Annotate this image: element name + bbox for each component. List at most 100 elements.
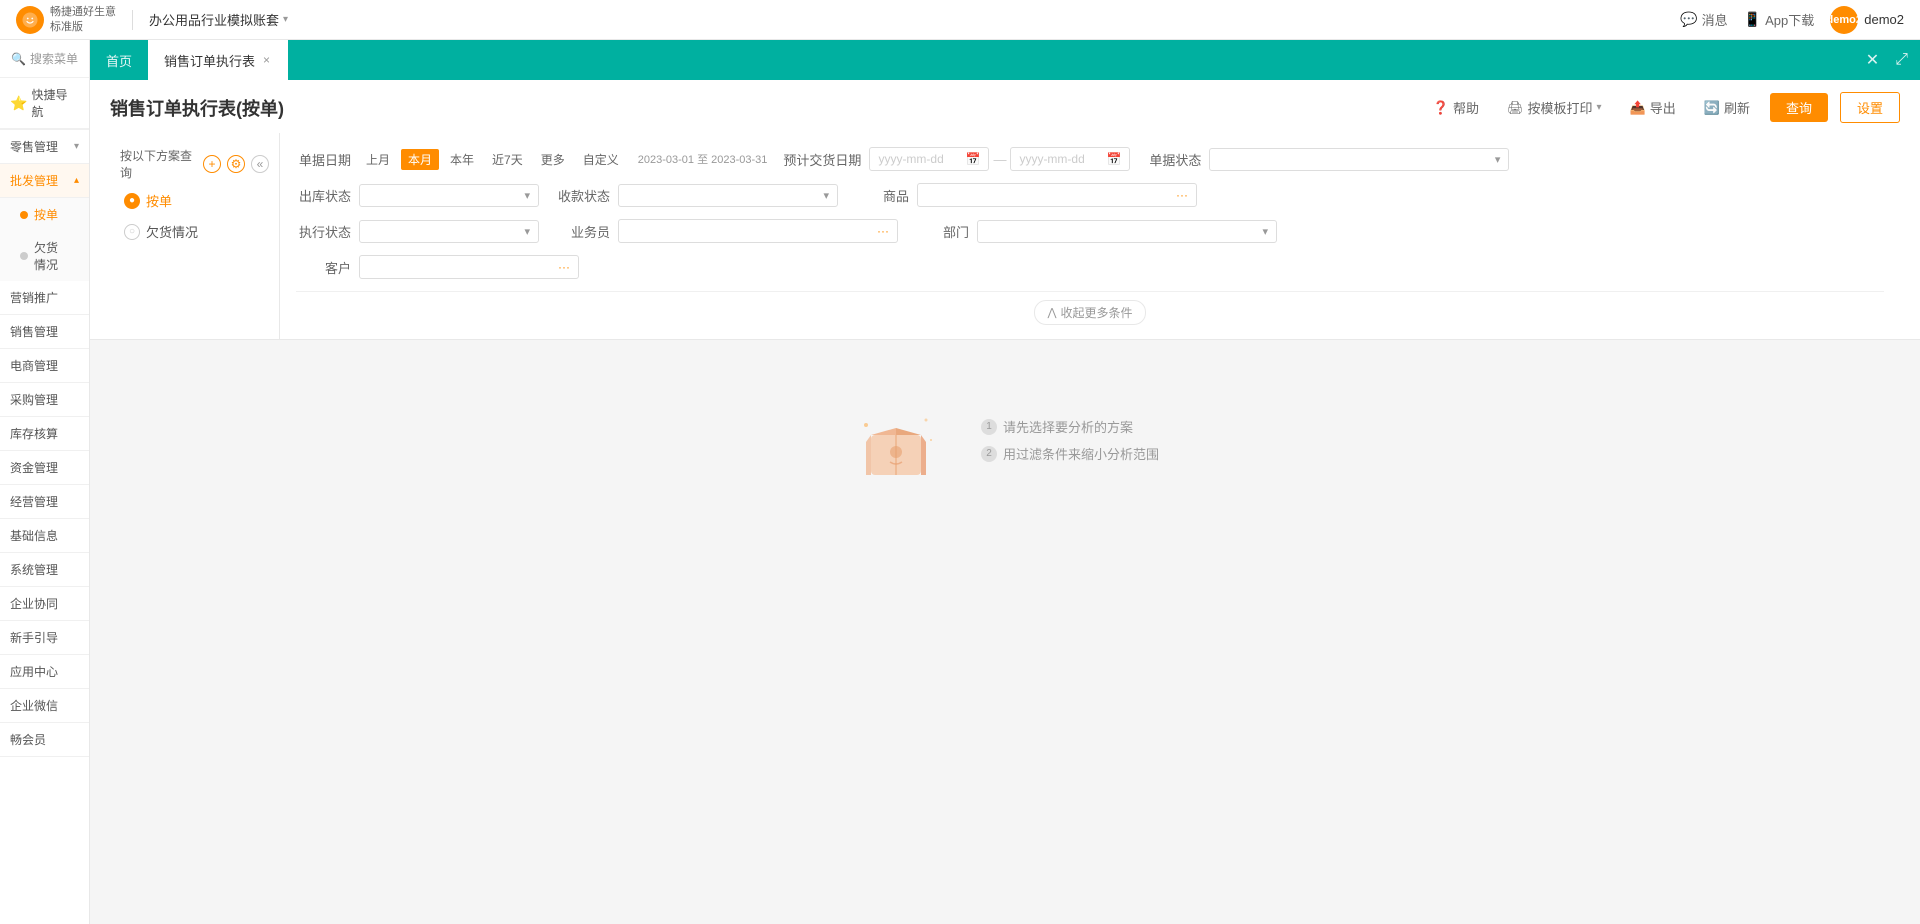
collapse-row: ⋀ 收起更多条件 xyxy=(296,291,1884,329)
customer-label: 客户 xyxy=(296,258,351,277)
sidebar-sub-item-debt[interactable]: 欠货情况 xyxy=(0,231,89,281)
tab-close-button[interactable]: × xyxy=(261,53,272,67)
sidebar-sub-item-order[interactable]: 按单 xyxy=(0,198,89,231)
help-label: 帮助 xyxy=(1453,98,1479,117)
sidebar-item-apps[interactable]: 应用中心 xyxy=(0,655,89,689)
date-tab-last-month[interactable]: 上月 xyxy=(359,149,397,170)
sidebar-item-enterprise[interactable]: 企业协同 xyxy=(0,587,89,621)
scheme-item-order[interactable]: ● 按单 xyxy=(110,185,279,216)
collapse-button[interactable]: ⋀ 收起更多条件 xyxy=(1034,300,1145,325)
empty-hint-2-text: 用过滤条件来缩小分析范围 xyxy=(1003,444,1159,463)
add-scheme-button[interactable]: + xyxy=(203,155,221,173)
tab-sales-order-label: 销售订单执行表 xyxy=(164,51,255,70)
wechat-label: 企业微信 xyxy=(10,697,58,714)
template-print-button[interactable]: 🖨 按模板打印 ▾ xyxy=(1499,94,1610,121)
collection-status-select[interactable]: ▾ xyxy=(618,184,838,207)
expected-date-start-input[interactable]: yyyy-mm-dd 📅 xyxy=(869,147,989,171)
sidebar-item-system[interactable]: 系统管理 xyxy=(0,553,89,587)
goods-group: 商品 ··· xyxy=(854,183,1197,207)
date-tab-last7days[interactable]: 近7天 xyxy=(485,149,530,170)
salesperson-input[interactable]: ··· xyxy=(618,219,898,243)
empty-hint-1: 1 请先选择要分析的方案 xyxy=(981,417,1159,436)
hint-number-2: 2 xyxy=(981,446,997,462)
guide-label: 新手引导 xyxy=(10,629,58,646)
hint-number-1: 1 xyxy=(981,419,997,435)
execution-status-label: 执行状态 xyxy=(296,222,351,241)
scheme-settings-button[interactable]: ⚙ xyxy=(227,155,245,173)
date-range-separator: — xyxy=(993,152,1006,167)
content-area: 首页 销售订单执行表 × ✕ ⤢ 销售订单执行表(按单) ❓ 帮 xyxy=(90,40,1920,924)
refresh-button[interactable]: 🔄 刷新 xyxy=(1696,94,1758,121)
empty-hint-2: 2 用过滤条件来缩小分析范围 xyxy=(981,444,1159,463)
delivery-status-select[interactable]: ▾ xyxy=(359,184,539,207)
company-dropdown-icon: ▾ xyxy=(283,14,288,25)
status-select[interactable]: ▾ xyxy=(1209,148,1509,171)
help-icon: ❓ xyxy=(1433,100,1449,116)
date-filter-label: 单据日期 xyxy=(296,150,351,169)
page-header: 销售订单执行表(按单) ❓ 帮助 🖨 按模板打印 ▾ 📤 xyxy=(90,80,1920,340)
sidebar-item-guide[interactable]: 新手引导 xyxy=(0,621,89,655)
date-tab-custom[interactable]: 自定义 xyxy=(576,149,626,170)
tab-bar-right: ✕ ⤢ xyxy=(1862,46,1920,74)
tab-sales-order[interactable]: 销售订单执行表 × xyxy=(148,40,288,80)
help-button[interactable]: ❓ 帮助 xyxy=(1425,94,1487,121)
collection-status-label: 收款状态 xyxy=(555,186,610,205)
date-filter-group: 单据日期 上月 本月 本年 近7天 更多 自定义 2023-03-01 至 20… xyxy=(296,149,767,170)
filter-row-2: 出库状态 ▾ 收款状态 ▾ xyxy=(296,183,1884,207)
debt-dot xyxy=(20,252,28,260)
app-icon: 📱 xyxy=(1744,11,1761,28)
sidebar-item-retail[interactable]: 零售管理 ▾ xyxy=(0,130,89,164)
sidebar-item-member[interactable]: 畅会员 xyxy=(0,723,89,757)
app-label: App下载 xyxy=(1765,10,1814,29)
sidebar-item-quick-nav[interactable]: ⭐ 快捷导航 xyxy=(0,78,89,129)
settings-button[interactable]: 设置 xyxy=(1840,92,1900,123)
calendar-icon-end: 📅 xyxy=(1106,152,1121,166)
expected-date-label: 预计交货日期 xyxy=(783,150,861,169)
date-range-text: 2023-03-01 至 2023-03-31 xyxy=(638,151,768,167)
goods-input[interactable]: ··· xyxy=(917,183,1197,207)
scheme-collapse-button[interactable]: « xyxy=(251,155,269,173)
scheme-header: 按以下方案查询 + ⚙ « xyxy=(110,143,279,185)
message-button[interactable]: 💬 消息 xyxy=(1680,10,1727,29)
sidebar-item-sales[interactable]: 销售管理 xyxy=(0,315,89,349)
print-icon: 🖨 xyxy=(1507,100,1524,116)
user-area[interactable]: demo2 demo2 xyxy=(1830,6,1904,34)
goods-label: 商品 xyxy=(854,186,909,205)
sidebar-item-finance[interactable]: 资金管理 xyxy=(0,451,89,485)
scheme-dot-order: ● xyxy=(124,193,140,209)
quick-nav-label: 快捷导航 xyxy=(31,86,79,120)
tab-close-window-button[interactable]: ✕ xyxy=(1862,46,1883,74)
sidebar-item-wholesale[interactable]: 批发管理 ▴ xyxy=(0,164,89,198)
expected-date-end-input[interactable]: yyyy-mm-dd 📅 xyxy=(1010,147,1130,171)
export-button[interactable]: 📤 导出 xyxy=(1622,94,1684,121)
execution-status-select[interactable]: ▾ xyxy=(359,220,539,243)
sidebar-item-operation[interactable]: 经营管理 xyxy=(0,485,89,519)
sidebar-search[interactable]: 🔍 搜索菜单 xyxy=(0,40,89,78)
app-download-button[interactable]: 📱 App下载 xyxy=(1744,10,1815,29)
date-tab-this-month[interactable]: 本月 xyxy=(401,149,439,170)
department-select[interactable]: ▾ xyxy=(977,220,1277,243)
collection-status-group: 收款状态 ▾ xyxy=(555,184,838,207)
sidebar-item-purchase[interactable]: 采购管理 xyxy=(0,383,89,417)
scheme-item-debt[interactable]: ○ 欠货情况 xyxy=(110,216,279,247)
company-selector[interactable]: 办公用品行业模拟账套 ▾ xyxy=(149,10,288,29)
order-dot xyxy=(20,211,28,219)
sidebar-item-wechat[interactable]: 企业微信 xyxy=(0,689,89,723)
company-name: 办公用品行业模拟账套 xyxy=(149,10,279,29)
tab-maximize-button[interactable]: ⤢ xyxy=(1891,47,1912,73)
sidebar-item-marketing[interactable]: 营销推广 xyxy=(0,281,89,315)
refresh-icon: 🔄 xyxy=(1704,100,1720,116)
status-chevron-icon: ▾ xyxy=(1495,153,1501,166)
sidebar-item-inventory[interactable]: 库存核算 xyxy=(0,417,89,451)
sidebar-item-ecommerce[interactable]: 电商管理 xyxy=(0,349,89,383)
scheme-dot-debt: ○ xyxy=(124,224,140,240)
print-dropdown-icon: ▾ xyxy=(1597,102,1602,113)
customer-input[interactable]: ··· xyxy=(359,255,579,279)
date-tab-this-year[interactable]: 本年 xyxy=(443,149,481,170)
tab-home[interactable]: 首页 xyxy=(90,40,148,80)
expected-date-end-placeholder: yyyy-mm-dd xyxy=(1019,152,1084,166)
query-button[interactable]: 查询 xyxy=(1770,93,1828,122)
expected-date-inputs: yyyy-mm-dd 📅 — yyyy-mm-dd 📅 xyxy=(869,147,1130,171)
sidebar-item-basic[interactable]: 基础信息 xyxy=(0,519,89,553)
date-tab-more[interactable]: 更多 xyxy=(534,149,572,170)
